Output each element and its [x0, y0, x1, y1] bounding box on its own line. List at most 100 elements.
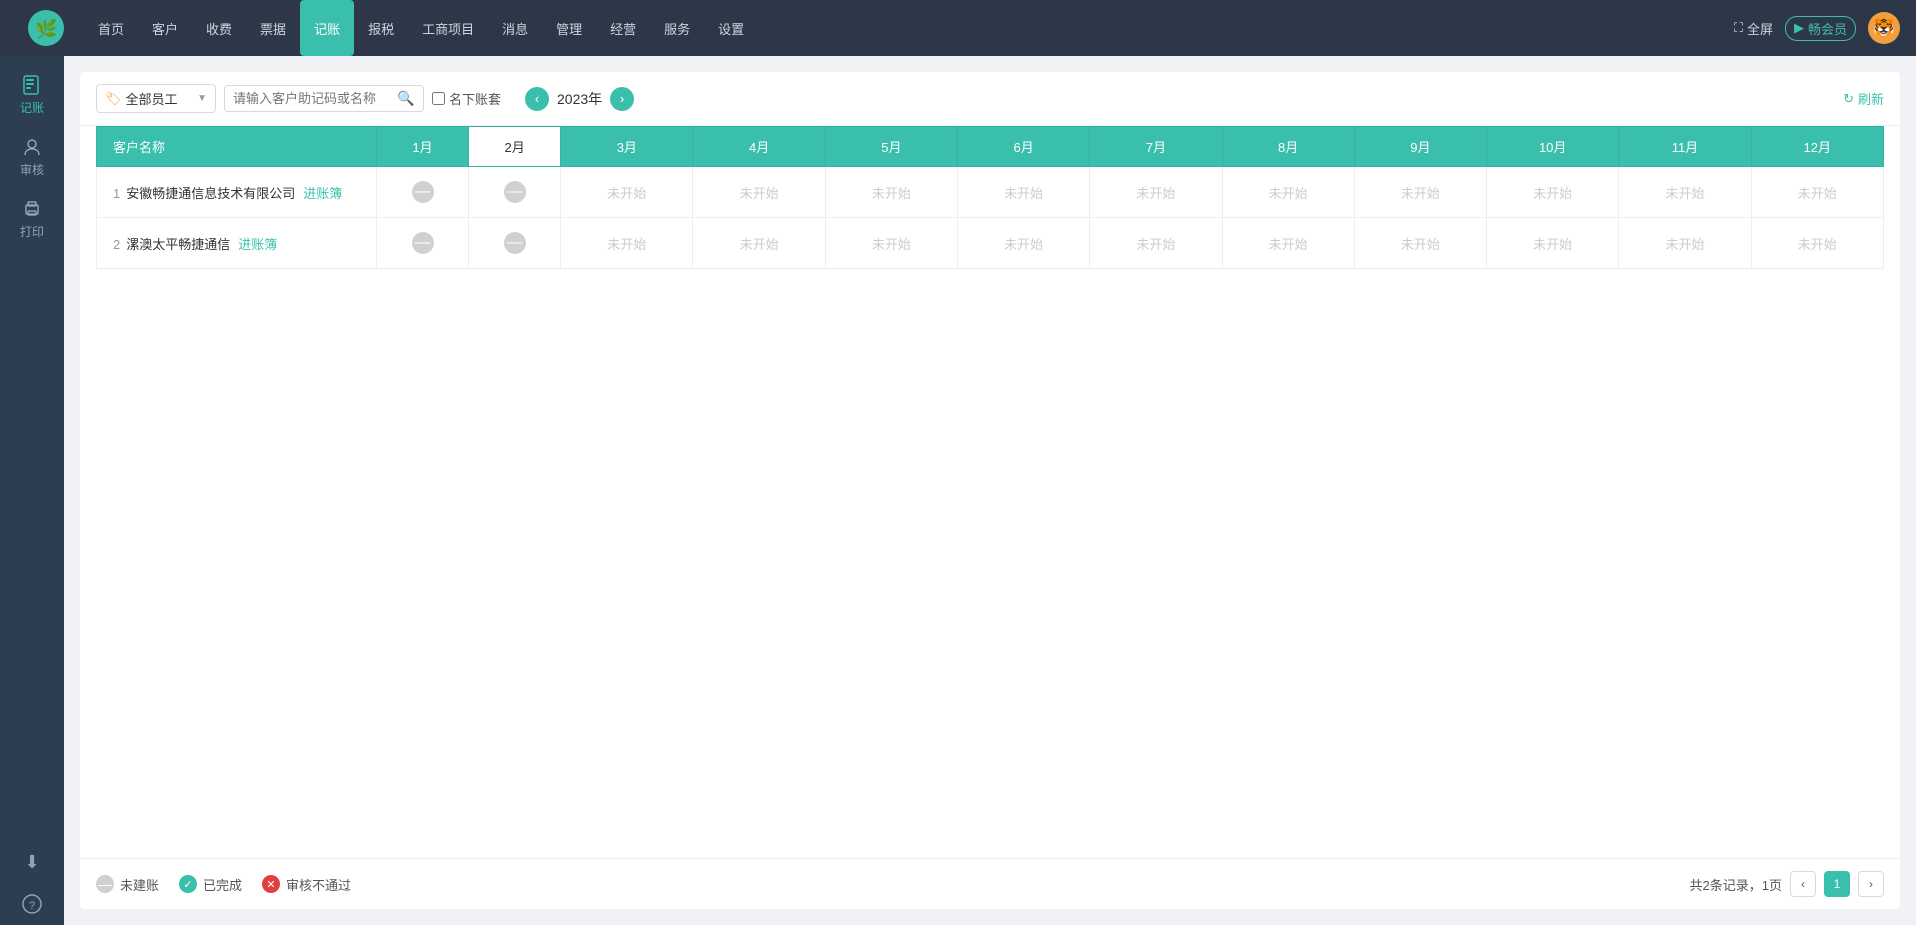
status-not-started: 未开始	[1798, 186, 1837, 201]
nav-invoice[interactable]: 票据	[246, 0, 300, 56]
table-cell-month-2: —	[469, 218, 561, 269]
table-cell-month-11: 未开始	[1619, 167, 1751, 218]
svg-text:🌿: 🌿	[35, 18, 57, 39]
nav-business[interactable]: 工商项目	[408, 0, 488, 56]
status-not-started: 未开始	[1401, 186, 1440, 201]
enter-link[interactable]: 进账簿	[238, 237, 277, 252]
table-cell-name: 2漯澳太平畅捷通信进账簿	[97, 218, 377, 269]
status-not-started: 未开始	[1136, 186, 1175, 201]
my-account-checkbox[interactable]	[432, 92, 445, 105]
company-name: 安徽畅捷通信息技术有限公司	[126, 186, 295, 201]
page-next-button[interactable]: ›	[1858, 871, 1884, 897]
table-cell-month-8: 未开始	[1222, 218, 1354, 269]
refresh-label: 刷新	[1858, 89, 1884, 108]
col-dec: 12月	[1751, 127, 1883, 167]
page-prev-button[interactable]: ‹	[1790, 871, 1816, 897]
table-cell-month-10: 未开始	[1487, 167, 1619, 218]
current-month-circle: 2月	[477, 137, 552, 156]
enter-link[interactable]: 进账簿	[303, 186, 342, 201]
nav-operation[interactable]: 经营	[596, 0, 650, 56]
employee-select-label: 全部员工	[126, 89, 178, 108]
year-prev-button[interactable]: ‹	[525, 87, 549, 111]
search-button[interactable]: 🔍	[397, 90, 414, 107]
table-cell-month-7: 未开始	[1090, 167, 1222, 218]
status-not-started: 未开始	[872, 186, 911, 201]
nav-home[interactable]: 首页	[84, 0, 138, 56]
table-cell-month-3: 未开始	[561, 167, 693, 218]
status-not-started: 未开始	[607, 237, 646, 252]
sidebar-item-bookkeeping[interactable]: 记账	[0, 64, 64, 126]
status-not-started: 未开始	[740, 237, 779, 252]
pagination: 共2条记录，1页 ‹ 1 ›	[1690, 871, 1884, 897]
table-cell-month-5: 未开始	[825, 218, 957, 269]
nav-service[interactable]: 服务	[650, 0, 704, 56]
vip-button[interactable]: ▶ 畅会员	[1785, 16, 1856, 41]
col-mar: 3月	[561, 127, 693, 167]
refresh-button[interactable]: ↻ 刷新	[1843, 89, 1884, 108]
status-not-started: 未开始	[1533, 186, 1572, 201]
col-jul: 7月	[1090, 127, 1222, 167]
sidebar-item-print[interactable]: 打印	[0, 188, 64, 250]
table-cell-month-6: 未开始	[957, 167, 1089, 218]
sidebar-label-print: 打印	[20, 223, 44, 240]
x-icon: ✕	[266, 878, 275, 891]
fullscreen-button[interactable]: ⛶ 全屏	[1734, 19, 1773, 38]
status-dash-icon: —	[504, 232, 526, 254]
sidebar-item-audit[interactable]: 审核	[0, 126, 64, 188]
page-1-button[interactable]: 1	[1824, 871, 1850, 897]
nav-message[interactable]: 消息	[488, 0, 542, 56]
search-input[interactable]	[233, 91, 393, 106]
audit-icon	[21, 136, 43, 158]
table-wrap: 客户名称 1月 2月 3月 4月 5月 6月 7月 8月 9月 10月 11月	[80, 126, 1900, 858]
status-not-started: 未开始	[607, 186, 646, 201]
col-sep: 9月	[1354, 127, 1486, 167]
user-avatar[interactable]: 🐯	[1868, 12, 1900, 44]
content-card: 🏷 全部员工 ▼ 🔍 名下账套 ‹ 2023年 › ↻ 刷新	[80, 72, 1900, 909]
status-not-started: 未开始	[1004, 237, 1043, 252]
table-cell-month-4: 未开始	[693, 218, 825, 269]
table-cell-month-4: 未开始	[693, 167, 825, 218]
status-dash-icon: —	[412, 232, 434, 254]
toolbar: 🏷 全部员工 ▼ 🔍 名下账套 ‹ 2023年 › ↻ 刷新	[80, 72, 1900, 126]
top-nav: 🌿 首页 客户 收费 票据 记账 报税 工商项目 消息 管理 经营 服务 设置 …	[0, 0, 1916, 56]
company-name: 漯澳太平畅捷通信	[126, 237, 230, 252]
nav-customer[interactable]: 客户	[138, 0, 192, 56]
table-cell-month-10: 未开始	[1487, 218, 1619, 269]
sidebar-item-download[interactable]: ⬇	[21, 841, 43, 883]
year-display: 2023年	[557, 89, 602, 109]
legend-rejected-label: 审核不通过	[286, 875, 351, 894]
dash-icon: —	[98, 876, 112, 892]
search-input-wrap: 🔍	[224, 85, 424, 112]
table-cell-month-5: 未开始	[825, 167, 957, 218]
status-not-started: 未开始	[1269, 186, 1308, 201]
my-account-checkbox-wrap[interactable]: 名下账套	[432, 89, 501, 108]
year-next-button[interactable]: ›	[610, 87, 634, 111]
table-header-row: 客户名称 1月 2月 3月 4月 5月 6月 7月 8月 9月 10月 11月	[97, 127, 1884, 167]
legend-not-built-label: 未建账	[120, 875, 159, 894]
status-not-started: 未开始	[1136, 237, 1175, 252]
status-dash-icon: —	[504, 181, 526, 203]
nav-manage[interactable]: 管理	[542, 0, 596, 56]
nav-tax[interactable]: 报税	[354, 0, 408, 56]
employee-select[interactable]: 🏷 全部员工 ▼	[96, 84, 216, 113]
nav-fee[interactable]: 收费	[192, 0, 246, 56]
status-dash-icon: —	[412, 181, 434, 203]
legend-teal-dot: ✓	[179, 875, 197, 893]
sidebar-label-audit: 审核	[20, 161, 44, 178]
year-nav: ‹ 2023年 ›	[525, 87, 634, 111]
employee-tag-icon: 🏷	[105, 91, 122, 107]
status-not-started: 未开始	[1665, 237, 1704, 252]
col-oct: 10月	[1487, 127, 1619, 167]
nav-settings[interactable]: 设置	[704, 0, 758, 56]
col-apr: 4月	[693, 127, 825, 167]
legend-not-built: — 未建账	[96, 875, 159, 894]
table-cell-month-2: —	[469, 167, 561, 218]
logo: 🌿	[16, 10, 76, 46]
nav-bookkeeping[interactable]: 记账	[300, 0, 354, 56]
sidebar-item-help[interactable]: ?	[21, 883, 43, 925]
status-not-started: 未开始	[1798, 237, 1837, 252]
refresh-icon: ↻	[1843, 91, 1854, 107]
status-not-started: 未开始	[872, 237, 911, 252]
legend-grey-dot: —	[96, 875, 114, 893]
legend-completed: ✓ 已完成	[179, 875, 242, 894]
